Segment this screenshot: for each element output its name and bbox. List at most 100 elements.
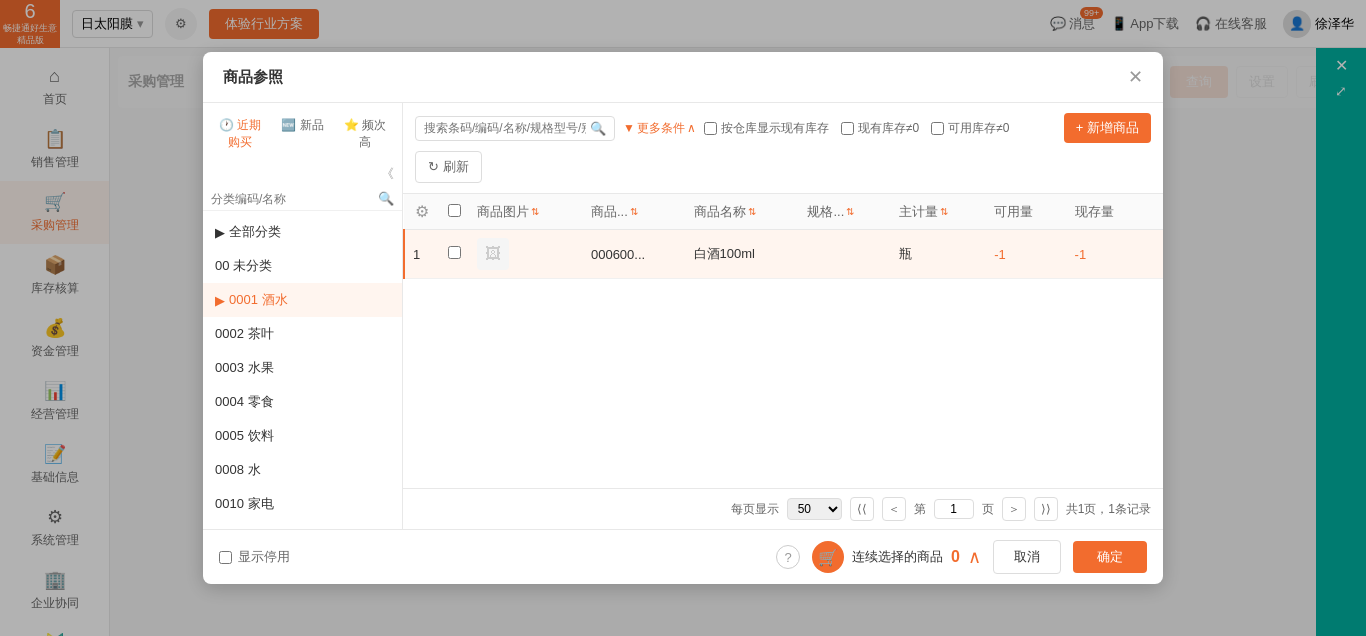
category-list: ▶ 全部分类 00 未分类 ▶ 0001 酒水 0002 茶 [203,215,402,521]
more-filter-button[interactable]: ▼ 更多条件 ∧ [623,120,696,137]
checkbox-usable-label: 可用库存≠0 [948,120,1009,137]
recent-icon: 🕐 [219,118,234,132]
category-0008[interactable]: 0008 水 [203,453,402,487]
checkbox-usable[interactable]: 可用库存≠0 [931,120,1009,137]
filter-icon: ▼ [623,121,635,135]
cat-label-0008: 0008 水 [215,461,261,479]
per-page-label: 每页显示 [731,501,779,518]
product-search-box: 🔍 [415,116,615,141]
category-0001[interactable]: ▶ 0001 酒水 [203,283,402,317]
cancel-button[interactable]: 取消 [993,540,1061,574]
cart-count: 0 [951,548,960,566]
sort-name-icon: ⇅ [748,206,756,217]
help-icon[interactable]: ? [776,545,800,569]
category-search-icon[interactable]: 🔍 [378,191,394,206]
modal-right-panel: 🔍 ▼ 更多条件 ∧ 按仓库显示现有库存 [403,103,1163,529]
checkbox-usable-input[interactable] [931,122,944,135]
th-unit: 主计量 ⇅ [891,194,986,230]
refresh-button[interactable]: ↻ 刷新 [415,151,482,183]
th-scrollbar [1147,194,1163,230]
page-suffix: 页 [982,501,994,518]
row-checkbox[interactable] [448,246,461,259]
td-scrollbar-filler [1147,230,1163,279]
main-layout: ⌂ 首页 📋 销售管理 🛒 采购管理 📦 库存核算 💰 资金管理 📊 经营管理 … [0,48,1366,636]
product-search-icon[interactable]: 🔍 [590,121,606,136]
th-name-label: 商品名称 [694,203,746,221]
td-code: 000600... [583,230,686,279]
modal-body: 🕐 近期购买 🆕 新品 ⭐ 频次高 [203,103,1163,529]
product-search-input[interactable] [424,121,586,135]
checkbox-warehouse-input[interactable] [704,122,717,135]
tab-recent[interactable]: 🕐 近期购买 [211,111,269,157]
th-image-label: 商品图片 [477,203,529,221]
confirm-button[interactable]: 确定 [1073,541,1147,573]
category-0004[interactable]: 0004 零食 [203,385,402,419]
modal-footer: 显示停用 ? 🛒 连续选择的商品 0 ∧ 取消 确定 [203,529,1163,584]
stock-value: -1 [1075,247,1087,262]
show-disabled-checkbox[interactable]: 显示停用 [219,548,290,566]
table-row[interactable]: 1 🖼 000600... 白酒100ml [404,230,1163,279]
filter-label: 更多条件 [637,120,685,137]
select-all-checkbox[interactable] [448,204,461,217]
table-header-row: ⚙ 商品图片 ⇅ [404,194,1163,230]
cat-label-0002: 0002 茶叶 [215,325,274,343]
sort-unit-icon: ⇅ [940,206,948,217]
tab-recent-label: 近期购买 [228,118,261,149]
th-stock: 现存量 [1067,194,1147,230]
per-page-select[interactable]: 50 100 200 [787,498,842,520]
add-product-button[interactable]: + 新增商品 [1064,113,1151,143]
td-image: 🖼 [469,230,583,279]
th-code: 商品... ⇅ [583,194,686,230]
show-disabled-input[interactable] [219,551,232,564]
column-settings-icon[interactable]: ⚙ [415,202,429,221]
star-icon: ⭐ [344,118,359,132]
cart-area: 🛒 连续选择的商品 0 ∧ [812,541,981,573]
total-info: 共1页，1条记录 [1066,501,1151,518]
first-page-button[interactable]: ⟨⟨ [850,497,874,521]
left-quick-tabs: 🕐 近期购买 🆕 新品 ⭐ 频次高 [203,111,402,157]
filter-checkboxes: 按仓库显示现有库存 现有库存≠0 可用库存≠0 [704,120,1010,137]
td-name: 白酒100ml [686,230,800,279]
filter-arrow-icon: ∧ [687,121,696,135]
cat-label-0003: 0003 水果 [215,359,274,377]
cat-label-00: 00 未分类 [215,257,272,275]
main-content: 采购管理 查询 设置 刷新 ✕ ⤢ 商品参照 ✕ [110,48,1366,636]
category-0003[interactable]: 0003 水果 [203,351,402,385]
td-available: -1 [986,230,1066,279]
th-name: 商品名称 ⇅ [686,194,800,230]
category-all[interactable]: ▶ 全部分类 [203,215,402,249]
cat-label-0001: 0001 酒水 [229,291,288,309]
tab-frequent[interactable]: ⭐ 频次高 [336,111,394,157]
modal-overlay: 商品参照 ✕ 🕐 近期购买 🆕 [110,48,1366,636]
checkbox-available[interactable]: 现有库存≠0 [841,120,919,137]
category-search-input[interactable] [211,192,374,206]
page-number-input[interactable] [934,499,974,519]
tab-new[interactable]: 🆕 新品 [273,111,331,157]
last-page-button[interactable]: ⟩⟩ [1034,497,1058,521]
product-table-wrapper: ⚙ 商品图片 ⇅ [403,194,1163,488]
th-available: 可用量 [986,194,1066,230]
product-thumbnail: 🖼 [477,238,509,270]
checkbox-warehouse[interactable]: 按仓库显示现有库存 [704,120,829,137]
next-page-button[interactable]: ＞ [1002,497,1026,521]
category-0005[interactable]: 0005 饮料 [203,419,402,453]
category-0010[interactable]: 0010 家电 [203,487,402,521]
prev-page-button[interactable]: ＜ [882,497,906,521]
th-unit-label: 主计量 [899,203,938,221]
cart-collapse-icon[interactable]: ∧ [968,546,981,568]
cat-label-all: 全部分类 [229,223,281,241]
checkbox-warehouse-label: 按仓库显示现有库存 [721,120,829,137]
cart-icon: 🛒 [812,541,844,573]
collapse-panel-button[interactable]: 《 [203,165,402,187]
page-word: 第 [914,501,926,518]
category-00[interactable]: 00 未分类 [203,249,402,283]
sort-code-icon: ⇅ [630,206,638,217]
category-0002[interactable]: 0002 茶叶 [203,317,402,351]
td-unit: 瓶 [891,230,986,279]
td-checkbox [440,230,469,279]
modal-close-button[interactable]: ✕ [1128,66,1143,88]
td-spec [799,230,891,279]
checkbox-available-input[interactable] [841,122,854,135]
cat-arrow-0001: ▶ [215,293,225,308]
modal-toolbar: 🔍 ▼ 更多条件 ∧ 按仓库显示现有库存 [403,103,1163,194]
